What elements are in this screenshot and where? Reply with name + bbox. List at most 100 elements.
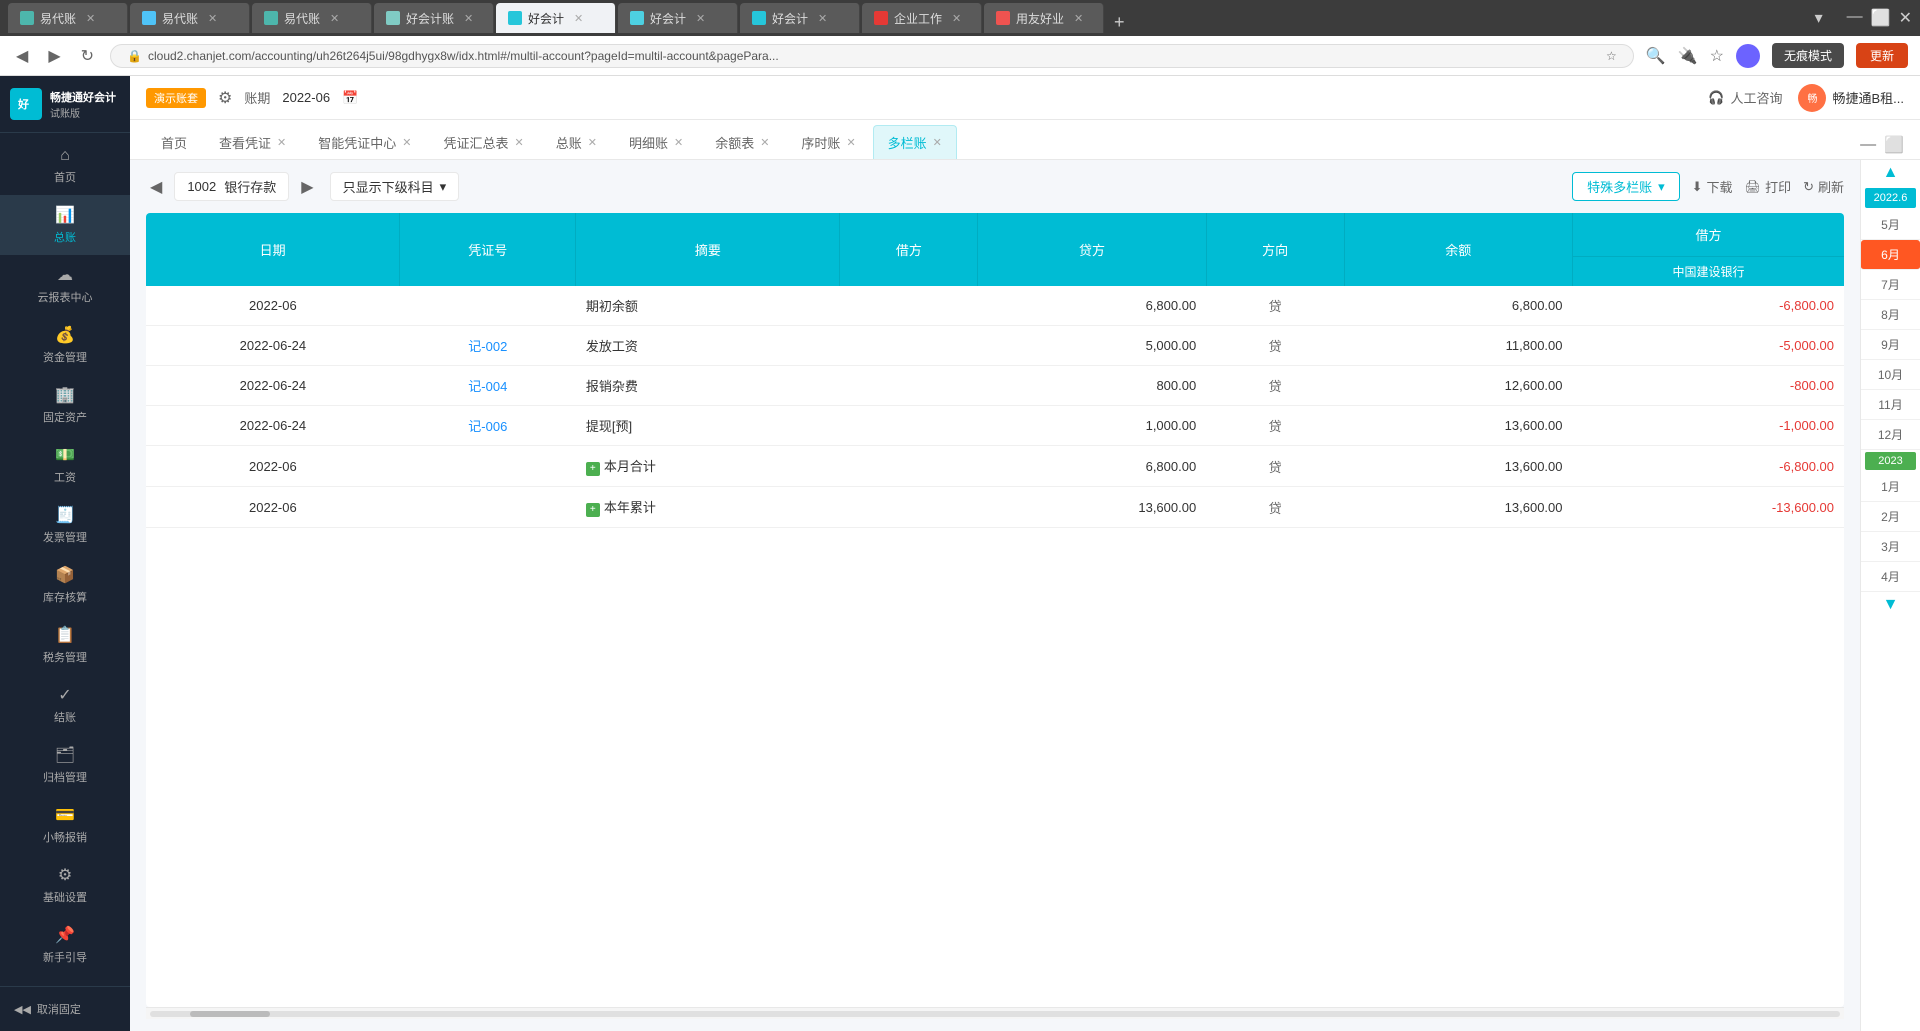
service-button[interactable]: 🎧 人工咨询 [1708, 88, 1782, 107]
next-account-button[interactable]: ▶ [297, 173, 317, 201]
cal-month-2022-11[interactable]: 11月 [1861, 390, 1920, 420]
cell-voucher[interactable] [400, 286, 576, 326]
sidebar-item-fixed-assets[interactable]: 🏢 固定资产 [0, 375, 130, 435]
window-restore-icon[interactable]: ⬜ [1871, 8, 1891, 28]
window-close-icon[interactable]: ✕ [1899, 8, 1912, 28]
tab-panel-expand[interactable]: ⬜ [1884, 135, 1904, 155]
window-minimize-icon[interactable]: — [1847, 8, 1863, 28]
cell-voucher[interactable] [400, 446, 576, 487]
cal-month-2022-5[interactable]: 5月 [1861, 210, 1920, 240]
tab-smart-voucher[interactable]: 智能凭证中心 ✕ [303, 125, 426, 159]
download-button[interactable]: ⬇ 下载 [1692, 177, 1733, 196]
browser-tab-4[interactable]: 好会计账 ✕ [374, 3, 494, 33]
browser-tab-2[interactable]: 易代账 ✕ [130, 3, 250, 33]
cal-scroll-down[interactable]: ▼ [1861, 592, 1920, 618]
forward-button[interactable]: ▶ [44, 42, 64, 70]
scroll-down-icon[interactable]: ▼ [1883, 596, 1899, 613]
new-tab-button[interactable]: + [1106, 12, 1133, 33]
horizontal-scrollbar[interactable] [146, 1007, 1844, 1019]
scrollbar-thumb[interactable] [190, 1011, 270, 1017]
scrollbar-track[interactable] [150, 1011, 1840, 1017]
tab-journal-close[interactable]: ✕ [846, 136, 855, 149]
tab-general-ledger-close[interactable]: ✕ [588, 136, 597, 149]
scroll-up-icon[interactable]: ▲ [1883, 164, 1899, 181]
back-button[interactable]: ◀ [12, 42, 32, 70]
subject-filter[interactable]: 只显示下级科目 ▾ [330, 172, 460, 201]
sidebar-item-cloud-report[interactable]: ☁ 云报表中心 [0, 255, 130, 315]
tab-close-1[interactable]: ✕ [86, 12, 95, 25]
update-button[interactable]: 更新 [1856, 43, 1908, 68]
url-bar[interactable]: 🔒 cloud2.chanjet.com/accounting/uh26t264… [110, 44, 1634, 68]
star-icon[interactable]: ☆ [1710, 46, 1724, 66]
cal-month-2022-10[interactable]: 10月 [1861, 360, 1920, 390]
browser-tab-1[interactable]: 易代账 ✕ [8, 3, 128, 33]
sidebar-item-closing[interactable]: ✓ 结账 [0, 675, 130, 735]
sidebar-item-inventory[interactable]: 📦 库存核算 [0, 555, 130, 615]
voucher-link[interactable]: 记-002 [468, 339, 507, 354]
browser-tab-5[interactable]: 好会计 ✕ [496, 3, 616, 33]
multi-column-button[interactable]: 特殊多栏账 ▾ [1572, 172, 1680, 201]
cal-month-2022-8[interactable]: 8月 [1861, 300, 1920, 330]
browser-tab-7[interactable]: 好会计 ✕ [740, 3, 860, 33]
sidebar-item-guide[interactable]: 📌 新手引导 [0, 915, 130, 975]
bookmark-icon[interactable]: ☆ [1606, 49, 1617, 63]
tab-voucher-summary[interactable]: 凭证汇总表 ✕ [428, 125, 538, 159]
sidebar-item-general-ledger[interactable]: 📊 总账 [0, 195, 130, 255]
extension-icon[interactable]: 🔌 [1678, 46, 1698, 66]
incognito-button[interactable]: 无痕模式 [1772, 43, 1844, 68]
cell-voucher[interactable]: 记-002 [400, 326, 576, 366]
browser-tab-6[interactable]: 好会计 ✕ [618, 3, 738, 33]
tab-close-9[interactable]: ✕ [1074, 12, 1083, 25]
tab-voucher-view-close[interactable]: ✕ [277, 136, 286, 149]
tab-close-6[interactable]: ✕ [696, 12, 705, 25]
cal-month-2023-4[interactable]: 4月 [1861, 562, 1920, 592]
tab-balance[interactable]: 余额表 ✕ [700, 125, 784, 159]
tab-panel-minimize[interactable]: — [1860, 136, 1876, 154]
tab-detail-ledger-close[interactable]: ✕ [674, 136, 683, 149]
account-selector[interactable]: 1002 银行存款 [174, 172, 289, 201]
sidebar-item-membership[interactable]: 👑 畅会员 [0, 975, 130, 986]
voucher-link[interactable]: 记-006 [468, 419, 507, 434]
browser-tab-9[interactable]: 用友好业 ✕ [984, 3, 1104, 33]
sidebar-item-invoice-mgmt[interactable]: 🧾 发票管理 [0, 495, 130, 555]
tab-balance-close[interactable]: ✕ [760, 136, 769, 149]
browser-tab-8[interactable]: 企业工作 ✕ [862, 3, 982, 33]
cell-voucher[interactable]: 记-004 [400, 366, 576, 406]
sidebar-item-archive[interactable]: 🗂 归档管理 [0, 735, 130, 795]
tab-general-ledger[interactable]: 总账 ✕ [541, 125, 612, 159]
minimize-icon[interactable]: ▾ [1815, 8, 1823, 28]
print-button[interactable]: 🖨 打印 [1745, 177, 1792, 196]
tab-close-8[interactable]: ✕ [952, 12, 961, 25]
tab-voucher-summary-close[interactable]: ✕ [515, 136, 524, 149]
tab-close-3[interactable]: ✕ [330, 12, 339, 25]
tab-smart-voucher-close[interactable]: ✕ [402, 136, 411, 149]
cal-month-2023-1[interactable]: 1月 [1861, 472, 1920, 502]
refresh-button[interactable]: ↻ 刷新 [1803, 177, 1844, 196]
sidebar-item-tax-mgmt[interactable]: 📋 税务管理 [0, 615, 130, 675]
tab-multi-column[interactable]: 多栏账 ✕ [873, 125, 957, 159]
tab-detail-ledger[interactable]: 明细账 ✕ [614, 125, 698, 159]
settings-icon[interactable]: ⚙ [218, 88, 232, 108]
voucher-link[interactable]: 记-004 [468, 379, 507, 394]
sidebar-item-expense[interactable]: 💳 小畅报销 [0, 795, 130, 855]
sidebar-item-home[interactable]: ⌂ 首页 [0, 137, 130, 195]
cell-voucher[interactable]: 记-006 [400, 406, 576, 446]
sidebar-item-salary[interactable]: 💵 工资 [0, 435, 130, 495]
cal-month-2022-7[interactable]: 7月 [1861, 270, 1920, 300]
browser-tab-3[interactable]: 易代账 ✕ [252, 3, 372, 33]
cal-scroll-up[interactable]: ▲ [1861, 160, 1920, 186]
cal-month-2022-6[interactable]: 6月 [1861, 240, 1920, 270]
sidebar-item-fund-mgmt[interactable]: 💰 资金管理 [0, 315, 130, 375]
tab-close-2[interactable]: ✕ [208, 12, 217, 25]
tab-close-4[interactable]: ✕ [464, 12, 473, 25]
search-extensions-icon[interactable]: 🔍 [1646, 46, 1666, 66]
tab-close-5[interactable]: ✕ [574, 12, 583, 25]
tab-journal[interactable]: 序时账 ✕ [786, 125, 870, 159]
cal-month-2023-2[interactable]: 2月 [1861, 502, 1920, 532]
tab-voucher-view[interactable]: 查看凭证 ✕ [204, 125, 301, 159]
tab-close-7[interactable]: ✕ [818, 12, 827, 25]
cal-month-2022-9[interactable]: 9月 [1861, 330, 1920, 360]
refresh-browser-button[interactable]: ↻ [77, 42, 98, 70]
cal-month-2022-12[interactable]: 12月 [1861, 420, 1920, 450]
tab-home[interactable]: 首页 [146, 125, 202, 159]
